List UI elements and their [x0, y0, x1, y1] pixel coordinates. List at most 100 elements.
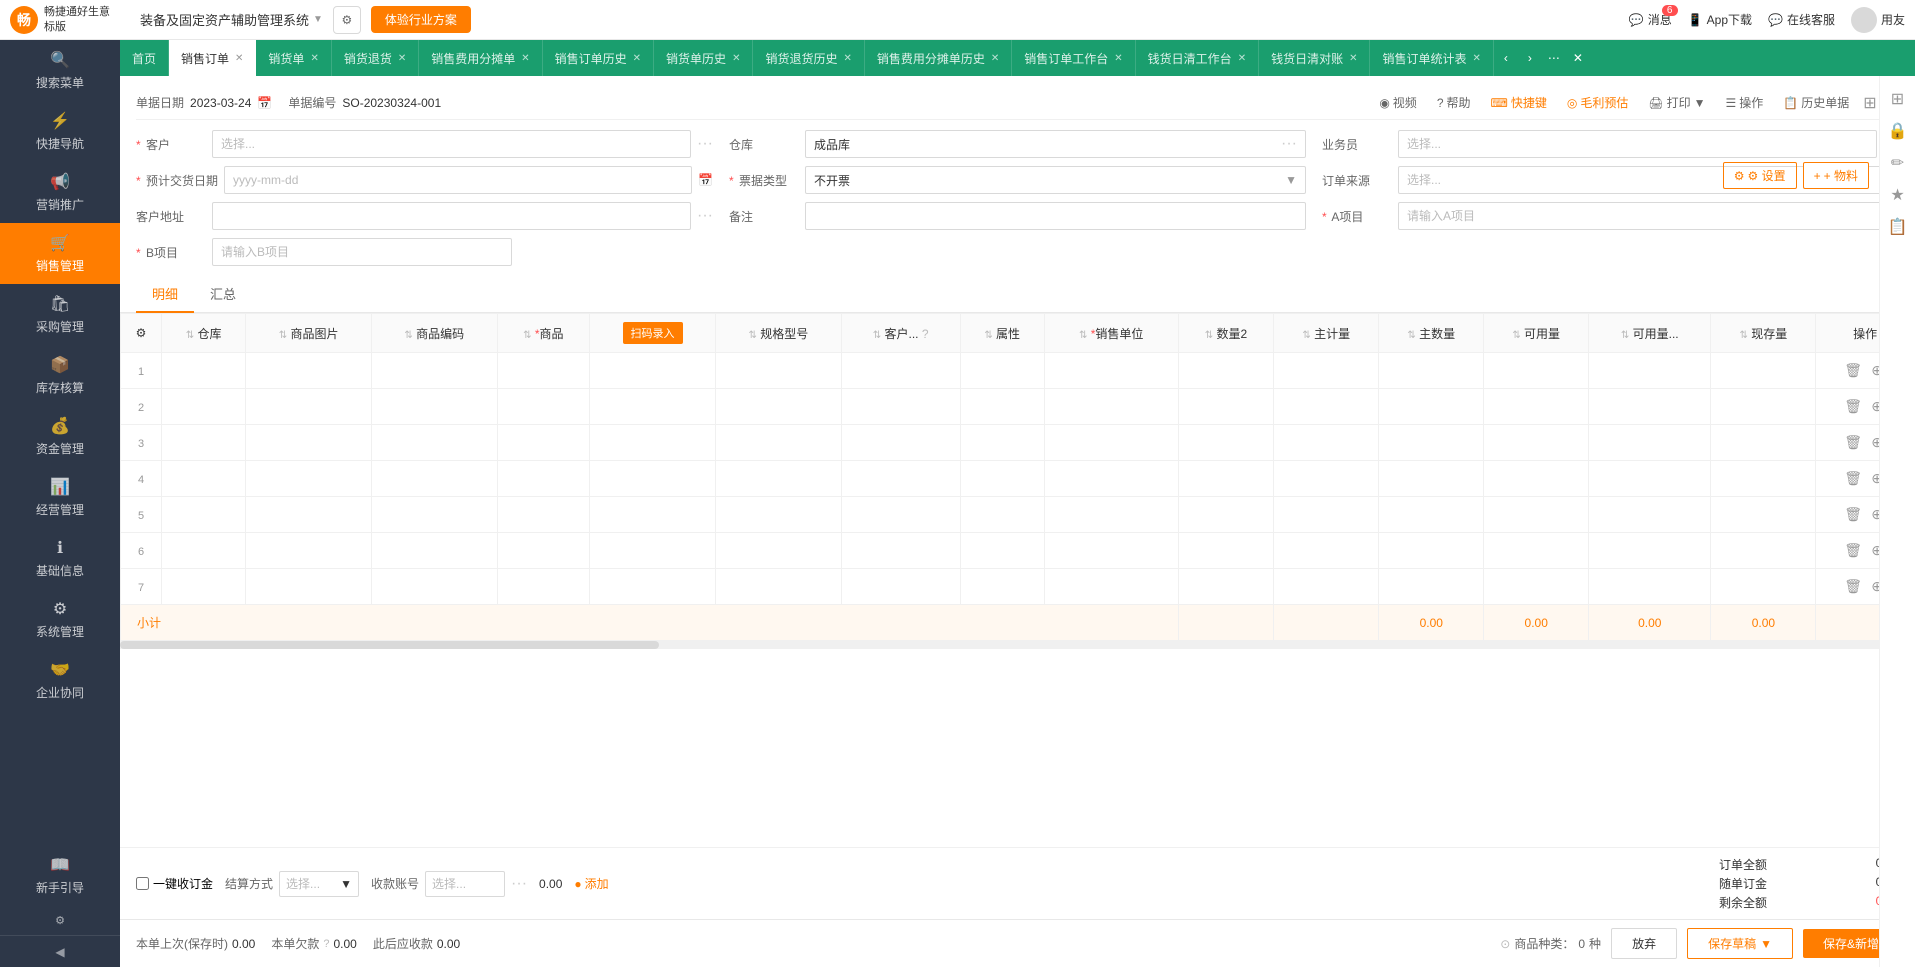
cell-product-code[interactable] [371, 425, 497, 461]
calendar-icon[interactable]: 📅 [257, 96, 272, 110]
cell-spec[interactable] [716, 461, 842, 497]
bank-account-select[interactable]: 选择... [425, 871, 505, 897]
cell-warehouse[interactable] [162, 497, 246, 533]
cell-product[interactable] [497, 353, 589, 389]
message-icon[interactable]: 💬 消息 6 [1629, 11, 1672, 28]
settings-action-btn[interactable]: ⚙ ⚙ 设置 [1723, 162, 1797, 189]
date-value[interactable]: 2023-03-24 [190, 96, 251, 110]
sidebar-item-basic-info[interactable]: ℹ 基础信息 [0, 528, 120, 589]
delete-row-icon[interactable]: 🗑 [1843, 541, 1863, 561]
tab-close-icon[interactable]: ✕ [732, 53, 740, 64]
cell-main-qty[interactable] [1379, 353, 1484, 389]
right-panel-clipboard-icon[interactable]: 📋 [1883, 212, 1913, 242]
col-attribute[interactable]: ⇅ 属性 [960, 314, 1044, 353]
table-area[interactable]: ⚙ ⇅ 仓库 ⇅ 商品图片 ⇅ 商品编码 ⇅ [120, 313, 1915, 847]
delete-row-icon[interactable]: 🗑 [1843, 577, 1863, 597]
cell-attribute[interactable] [960, 389, 1044, 425]
delete-row-icon[interactable]: 🗑 [1843, 469, 1863, 489]
cell-customer-code[interactable] [841, 461, 960, 497]
a-project-input[interactable] [1398, 202, 1899, 230]
col-main-qty[interactable]: ⇅ 主数量 [1379, 314, 1484, 353]
cell-customer-code[interactable] [841, 353, 960, 389]
cell-warehouse[interactable] [162, 461, 246, 497]
ticket-type-select[interactable]: 不开票 ▼ [805, 166, 1306, 194]
tab-next-btn[interactable]: › [1518, 40, 1542, 76]
settings-icon[interactable]: ⚙ [333, 6, 361, 34]
cell-product-code[interactable] [371, 533, 497, 569]
col-product-img[interactable]: ⇅ 商品图片 [246, 314, 372, 353]
cell-sales-unit[interactable] [1044, 353, 1178, 389]
cell-spec[interactable] [716, 353, 842, 389]
cell-attribute[interactable] [960, 461, 1044, 497]
bank-account-more-icon[interactable]: ··· [511, 875, 527, 893]
sidebar-item-finance[interactable]: 💰 资金管理 [0, 406, 120, 467]
col-customer-code[interactable]: ⇅ 客户... ? [841, 314, 960, 353]
cell-sales-unit[interactable] [1044, 569, 1178, 605]
cell-customer-code[interactable] [841, 533, 960, 569]
tab-close-icon[interactable]: ✕ [1238, 53, 1246, 64]
delete-row-icon[interactable]: 🗑 [1843, 397, 1863, 417]
right-panel-grid-icon[interactable]: ⊞ [1883, 84, 1913, 114]
right-panel-edit-icon[interactable]: ✏ [1883, 148, 1913, 178]
cell-product-code[interactable] [371, 353, 497, 389]
cell-main-qty[interactable] [1379, 425, 1484, 461]
col-qty2[interactable]: ⇅ 数量2 [1178, 314, 1274, 353]
cell-sales-unit[interactable] [1044, 497, 1178, 533]
cell-sales-unit[interactable] [1044, 461, 1178, 497]
app-download-btn[interactable]: 📱 App下载 [1688, 11, 1752, 28]
cell-warehouse[interactable] [162, 533, 246, 569]
cell-warehouse[interactable] [162, 353, 246, 389]
cell-product[interactable] [497, 497, 589, 533]
discard-btn[interactable]: 放弃 [1611, 928, 1677, 959]
cell-qty2[interactable] [1178, 461, 1274, 497]
tab-daily-workbench[interactable]: 钱货日清工作台 ✕ [1136, 40, 1259, 76]
sidebar-settings-btn[interactable]: ⚙ [0, 906, 120, 935]
address-input[interactable] [212, 202, 691, 230]
tab-close-icon[interactable]: ✕ [235, 53, 243, 64]
cell-main-qty[interactable] [1379, 461, 1484, 497]
save-draft-dropdown-icon[interactable]: ▼ [1760, 937, 1772, 951]
cell-warehouse[interactable] [162, 389, 246, 425]
tab-return-history[interactable]: 销货退货历史 ✕ [753, 40, 864, 76]
tab-close-icon[interactable]: ✕ [991, 53, 999, 64]
tab-close-icon[interactable]: ✕ [1473, 53, 1481, 64]
cell-main-qty[interactable] [1379, 533, 1484, 569]
user-avatar[interactable]: 用友 [1851, 7, 1905, 33]
history-btn[interactable]: 📋 历史单据 [1777, 92, 1855, 113]
save-draft-btn[interactable]: 保存草稿 ▼ [1687, 928, 1793, 959]
one-click-checkbox-input[interactable] [136, 877, 149, 890]
tab-close-icon[interactable]: ✕ [310, 53, 318, 64]
address-more-icon[interactable]: ··· [697, 207, 713, 225]
one-click-deposit-checkbox[interactable]: 一键收订金 [136, 875, 213, 892]
shortcut-btn[interactable]: ⌨ 快捷键 [1485, 92, 1553, 113]
remarks-input[interactable] [805, 202, 1306, 230]
cell-customer-code[interactable] [841, 569, 960, 605]
cell-main-qty[interactable] [1379, 389, 1484, 425]
cell-attribute[interactable] [960, 497, 1044, 533]
cell-warehouse[interactable] [162, 425, 246, 461]
delivery-date-calendar-icon[interactable]: 📅 [698, 173, 713, 187]
delete-row-icon[interactable]: 🗑 [1843, 361, 1863, 381]
scan-btn[interactable]: 扫码录入 [623, 322, 683, 344]
order-no-value[interactable]: SO-20230324-001 [342, 96, 441, 110]
cell-product-code[interactable] [371, 389, 497, 425]
col-warehouse[interactable]: ⇅ 仓库 [162, 314, 246, 353]
solution-button[interactable]: 体验行业方案 [371, 6, 471, 33]
col-sales-unit[interactable]: ⇅ *销售单位 [1044, 314, 1178, 353]
cell-sales-unit[interactable] [1044, 389, 1178, 425]
customer-more-icon[interactable]: ··· [697, 135, 713, 153]
tab-invoice-history[interactable]: 销货单历史 ✕ [654, 40, 753, 76]
delete-row-icon[interactable]: 🗑 [1843, 433, 1863, 453]
cell-sales-unit[interactable] [1044, 425, 1178, 461]
col-settings[interactable]: ⚙ [121, 314, 162, 353]
payment-method-select[interactable]: 选择... ▼ [279, 871, 359, 897]
tab-summary[interactable]: 汇总 [194, 276, 252, 313]
tab-close-icon[interactable]: ✕ [843, 53, 851, 64]
online-service-btn[interactable]: 💬 在线客服 [1768, 11, 1835, 28]
sidebar-item-guide[interactable]: 📖 新手引导 [0, 845, 120, 906]
cell-qty2[interactable] [1178, 353, 1274, 389]
col-available[interactable]: ⇅ 可用量 [1484, 314, 1589, 353]
sidebar-item-search[interactable]: 🔍 搜索菜单 [0, 40, 120, 101]
delete-row-icon[interactable]: 🗑 [1843, 505, 1863, 525]
cell-sales-unit[interactable] [1044, 533, 1178, 569]
